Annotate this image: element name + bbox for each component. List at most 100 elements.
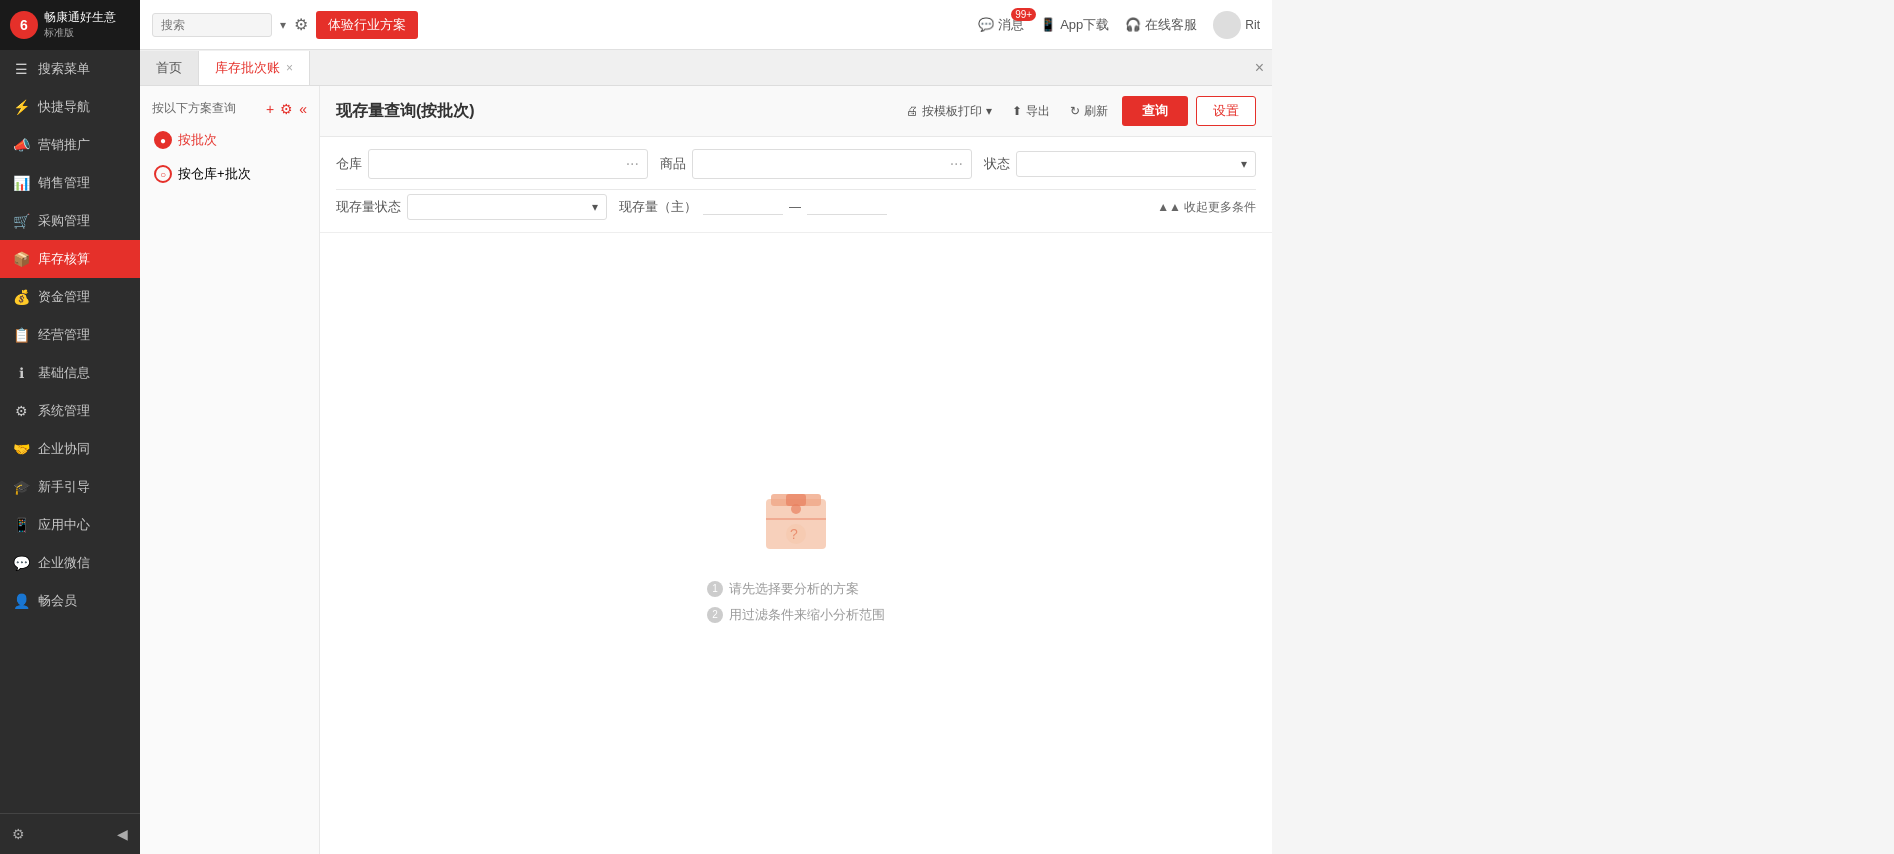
scheme-item-batch[interactable]: ● 按批次 bbox=[140, 123, 319, 157]
app-download-action[interactable]: 📱 App下载 bbox=[1040, 16, 1109, 34]
page-actions-right: 🖨 按模板打印 ▾ ⬆ 导出 ↻ 刷新 查询 设置 bbox=[900, 96, 1256, 126]
tip-text-2: 用过滤条件来缩小分析范围 bbox=[729, 606, 885, 624]
scheme-warehouse-batch-label: 按仓库+批次 bbox=[178, 165, 251, 183]
sidebar-footer: ⚙ ◀ bbox=[0, 813, 140, 854]
sidebar-item-label: 快捷导航 bbox=[38, 98, 90, 116]
basic-info-icon: ℹ bbox=[12, 364, 30, 382]
warehouse-filter: 仓库 ··· bbox=[336, 149, 648, 179]
sidebar-item-quick-nav[interactable]: ⚡ 快捷导航 bbox=[0, 88, 140, 126]
sidebar-item-marketing[interactable]: 📣 营销推广 bbox=[0, 126, 140, 164]
marketing-icon: 📣 bbox=[12, 136, 30, 154]
online-service-label: 在线客服 bbox=[1145, 16, 1197, 34]
warehouse-input[interactable]: ··· bbox=[368, 149, 648, 179]
sidebar-item-finance[interactable]: 💰 资金管理 bbox=[0, 278, 140, 316]
filter-row-2: 现存量状态 ▾ 现存量（主） — bbox=[336, 194, 1256, 220]
scheme-active-icon: ● bbox=[154, 131, 172, 149]
close-all-tabs-button[interactable]: × bbox=[1255, 59, 1264, 77]
print-button[interactable]: 🖨 按模板打印 ▾ bbox=[900, 99, 998, 124]
quick-nav-icon: ⚡ bbox=[12, 98, 30, 116]
filter-row-1: 仓库 ··· 商品 ··· bbox=[336, 149, 1256, 179]
refresh-icon: ↻ bbox=[1070, 104, 1080, 118]
sidebar-settings-button[interactable]: ⚙ bbox=[8, 822, 29, 846]
experience-button[interactable]: 体验行业方案 bbox=[316, 11, 418, 39]
inventory-status-dropdown-icon: ▾ bbox=[592, 200, 598, 214]
qty-range-min[interactable] bbox=[703, 200, 783, 215]
inventory-qty-range: — bbox=[703, 200, 887, 215]
messages-action[interactable]: 💬 消息 99+ bbox=[978, 16, 1024, 34]
sidebar-item-label: 销售管理 bbox=[38, 174, 90, 192]
inventory-status-filter: 现存量状态 ▾ bbox=[336, 194, 607, 220]
tab-inventory-batch[interactable]: 库存批次账 × bbox=[199, 51, 310, 85]
sidebar-collapse-button[interactable]: ◀ bbox=[113, 822, 132, 846]
page-title: 现存量查询(按批次) bbox=[336, 101, 475, 122]
inventory-qty-label: 现存量（主） bbox=[619, 198, 697, 216]
inventory-status-select[interactable]: ▾ bbox=[407, 194, 607, 220]
wechat-icon: 💬 bbox=[12, 554, 30, 572]
refresh-label: 刷新 bbox=[1084, 103, 1108, 120]
export-icon: ⬆ bbox=[1012, 104, 1022, 118]
main-area: ▾ ⚙ 体验行业方案 💬 消息 99+ 📱 App下载 🎧 在线客服 bbox=[140, 0, 1272, 854]
qty-range-max[interactable] bbox=[807, 200, 887, 215]
tip-num-2: 2 bbox=[707, 607, 723, 623]
inventory-icon: 📦 bbox=[12, 250, 30, 268]
export-label: 导出 bbox=[1026, 103, 1050, 120]
empty-state-illustration: ? bbox=[746, 464, 846, 564]
empty-state: ? 1 请先选择要分析的方案 2 用过滤条件来缩小分析范围 bbox=[320, 233, 1272, 854]
sidebar-item-label: 搜索菜单 bbox=[38, 60, 90, 78]
empty-tip-2: 2 用过滤条件来缩小分析范围 bbox=[707, 606, 885, 624]
operation-icon: 📋 bbox=[12, 326, 30, 344]
tabbar-right: × bbox=[1247, 59, 1272, 77]
filter-area: 仓库 ··· 商品 ··· bbox=[320, 137, 1272, 233]
product-dots-icon[interactable]: ··· bbox=[950, 155, 963, 173]
sidebar-item-basic-info[interactable]: ℹ 基础信息 bbox=[0, 354, 140, 392]
sidebar-item-label: 新手引导 bbox=[38, 478, 90, 496]
left-panel-header: 按以下方案查询 + ⚙ « bbox=[140, 94, 319, 123]
app-version: 标准版 bbox=[44, 26, 116, 40]
search-input[interactable] bbox=[152, 13, 272, 37]
tab-close-button[interactable]: × bbox=[286, 62, 293, 74]
topbar-settings-button[interactable]: ⚙ bbox=[294, 15, 308, 34]
topbar: ▾ ⚙ 体验行业方案 💬 消息 99+ 📱 App下载 🎧 在线客服 bbox=[140, 0, 1272, 50]
product-input[interactable]: ··· bbox=[692, 149, 972, 179]
tab-home[interactable]: 首页 bbox=[140, 51, 199, 85]
sidebar-item-system[interactable]: ⚙ 系统管理 bbox=[0, 392, 140, 430]
sidebar-item-label: 企业微信 bbox=[38, 554, 90, 572]
sidebar-item-label: 系统管理 bbox=[38, 402, 90, 420]
search-dropdown-button[interactable]: ▾ bbox=[280, 18, 286, 32]
sidebar-item-app-center[interactable]: 📱 应用中心 bbox=[0, 506, 140, 544]
warehouse-dots-icon[interactable]: ··· bbox=[626, 155, 639, 173]
collapse-filter-button[interactable]: ▲▲ 收起更多条件 bbox=[1157, 199, 1256, 216]
refresh-button[interactable]: ↻ 刷新 bbox=[1064, 99, 1114, 124]
status-select[interactable]: ▾ bbox=[1016, 151, 1256, 177]
sidebar-item-operation[interactable]: 📋 经营管理 bbox=[0, 316, 140, 354]
online-service-action[interactable]: 🎧 在线客服 bbox=[1125, 16, 1197, 34]
sidebar-item-label: 采购管理 bbox=[38, 212, 90, 230]
sidebar-item-member[interactable]: 👤 畅会员 bbox=[0, 582, 140, 620]
status-label: 状态 bbox=[984, 155, 1010, 173]
sidebar-item-sales[interactable]: 📊 销售管理 bbox=[0, 164, 140, 202]
product-label: 商品 bbox=[660, 155, 686, 173]
scheme-settings-button[interactable]: ⚙ bbox=[280, 102, 293, 116]
export-button[interactable]: ⬆ 导出 bbox=[1006, 99, 1056, 124]
sidebar-item-inventory[interactable]: 📦 库存核算 bbox=[0, 240, 140, 278]
add-scheme-button[interactable]: + bbox=[266, 102, 274, 116]
sidebar-item-search[interactable]: ☰ 搜索菜单 bbox=[0, 50, 140, 88]
sidebar-item-label: 应用中心 bbox=[38, 516, 90, 534]
scheme-item-warehouse-batch[interactable]: ○ 按仓库+批次 bbox=[140, 157, 319, 191]
app-logo: 6 bbox=[10, 11, 38, 39]
topbar-actions: 💬 消息 99+ 📱 App下载 🎧 在线客服 Rit bbox=[978, 11, 1260, 39]
sidebar-item-purchase[interactable]: 🛒 采购管理 bbox=[0, 202, 140, 240]
user-action[interactable]: Rit bbox=[1213, 11, 1260, 39]
search-menu-icon: ☰ bbox=[12, 60, 30, 78]
purchase-icon: 🛒 bbox=[12, 212, 30, 230]
inventory-qty-filter: 现存量（主） — bbox=[619, 198, 887, 216]
sidebar-item-label: 营销推广 bbox=[38, 136, 90, 154]
sidebar-item-enterprise[interactable]: 🤝 企业协同 bbox=[0, 430, 140, 468]
collapse-panel-button[interactable]: « bbox=[299, 102, 307, 116]
query-button[interactable]: 查询 bbox=[1122, 96, 1188, 126]
finance-icon: 💰 bbox=[12, 288, 30, 306]
sidebar-item-wechat[interactable]: 💬 企业微信 bbox=[0, 544, 140, 582]
sidebar-item-guide[interactable]: 🎓 新手引导 bbox=[0, 468, 140, 506]
collapse-up-icon: ▲▲ bbox=[1157, 200, 1181, 214]
settings-button[interactable]: 设置 bbox=[1196, 96, 1256, 126]
